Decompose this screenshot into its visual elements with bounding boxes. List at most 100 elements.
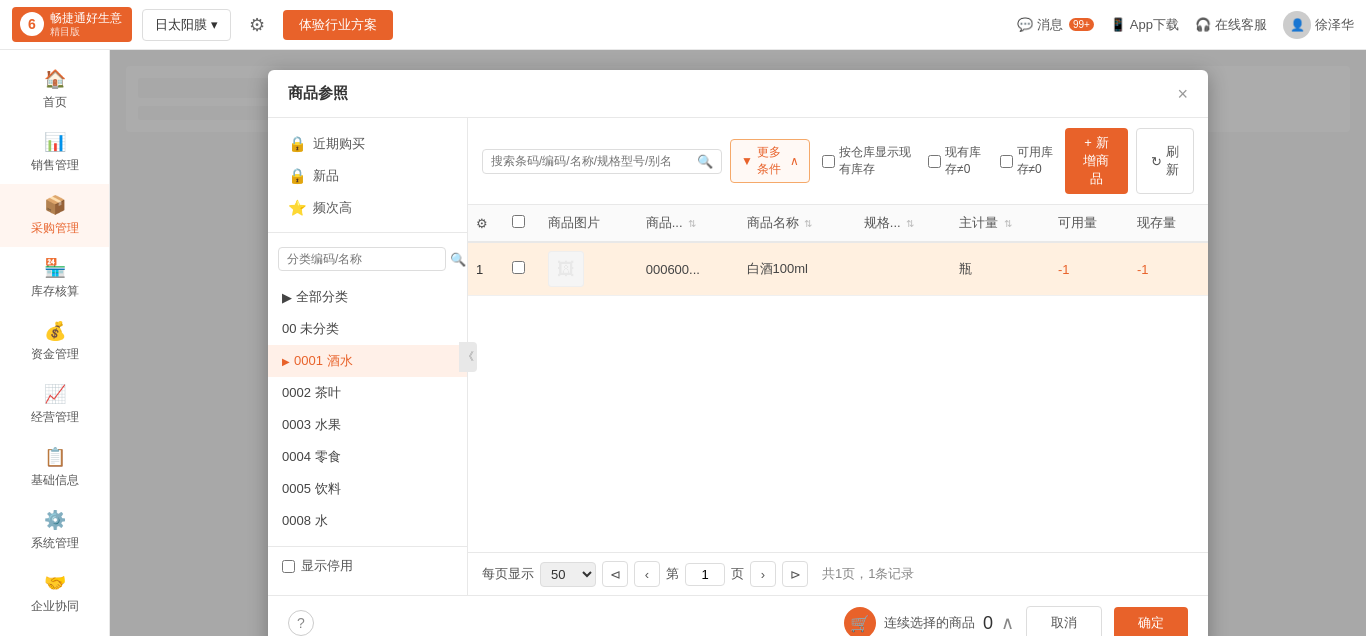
toolbar: 🔍 ▼ 更多条件 ∧ 按仓库显示现有库存 [468, 118, 1208, 205]
sidebar-item-finance[interactable]: 💰 资金管理 [0, 310, 109, 373]
col-stock[interactable]: 现存量 [1129, 205, 1208, 242]
row-stock: -1 [1129, 242, 1208, 296]
checkbox-stock-nonzero[interactable]: 现有库存≠0 [928, 144, 985, 178]
refresh-button[interactable]: ↻ 刷新 [1136, 128, 1194, 194]
last-page-button[interactable]: ⊳ [782, 561, 808, 587]
cart-count: 0 [983, 613, 993, 634]
sidebar-item-basic[interactable]: 📋 基础信息 [0, 436, 109, 499]
checkbox-available-label: 可用库存≠0 [1017, 144, 1057, 178]
logo-text: 畅捷通好生意 精目版 [50, 11, 122, 37]
store-selector[interactable]: 日太阳膜 ▾ [142, 9, 231, 41]
category-0008[interactable]: 0008 水 [268, 505, 467, 537]
confirm-button[interactable]: 确定 [1114, 607, 1188, 636]
nav-new-product[interactable]: 🔒 新品 [278, 160, 457, 192]
help-icon[interactable]: ? [288, 610, 314, 636]
next-page-button[interactable]: › [750, 561, 776, 587]
nav-recent-buy[interactable]: 🔒 近期购买 [278, 128, 457, 160]
message-button[interactable]: 💬 消息 99+ [1017, 16, 1094, 34]
filter-button[interactable]: ▼ 更多条件 ∧ [730, 139, 810, 183]
sidebar-label-inventory: 库存核算 [31, 283, 79, 300]
modal-header: 商品参照 × [268, 70, 1208, 118]
col-available[interactable]: 可用量 [1050, 205, 1129, 242]
checkbox-warehouse-input[interactable] [822, 155, 835, 168]
col-unit[interactable]: 主计量 ⇅ [951, 205, 1050, 242]
checkbox-stock-input[interactable] [928, 155, 941, 168]
sidebar-item-system[interactable]: ⚙️ 系统管理 [0, 499, 109, 562]
col-name[interactable]: 商品名称 ⇅ [739, 205, 856, 242]
cancel-button[interactable]: 取消 [1026, 606, 1102, 636]
top-nav: 6 畅捷通好生意 精目版 日太阳膜 ▾ ⚙ 体验行业方案 💬 消息 99+ 📱 … [0, 0, 1366, 50]
sidebar-label-sales: 销售管理 [31, 157, 79, 174]
enterprise-icon: 🤝 [44, 572, 66, 594]
category-0004-label: 0004 零食 [282, 448, 341, 466]
category-0001[interactable]: ▶ 0001 酒水 [268, 345, 467, 377]
category-0004[interactable]: 0004 零食 [268, 441, 467, 473]
category-0003[interactable]: 0003 水果 [268, 409, 467, 441]
category-0010[interactable]: 0010 家电 [268, 537, 467, 546]
filter-icon: ▼ [741, 154, 753, 168]
footer-cart: 🛒 连续选择的商品 0 ∧ [844, 607, 1014, 636]
chevron-up-icon[interactable]: ∧ [1001, 612, 1014, 634]
content-area: 商品参照 × 🔒 近期购买 🔒 [110, 50, 1366, 636]
sales-icon: 📊 [44, 131, 66, 153]
cart-icon[interactable]: 🛒 [844, 607, 876, 636]
collapse-panel-button[interactable]: 《 [459, 342, 477, 372]
category-search-input[interactable] [278, 247, 446, 271]
category-0005[interactable]: 0005 饮料 [268, 473, 467, 505]
category-0002[interactable]: 0002 茶叶 [268, 377, 467, 409]
category-search-icon[interactable]: 🔍 [450, 252, 466, 267]
category-00[interactable]: 00 未分类 [268, 313, 467, 345]
settings-icon[interactable]: ⚙ [241, 9, 273, 41]
row-name: 白酒100ml [739, 242, 856, 296]
store-name: 日太阳膜 [155, 16, 207, 34]
select-all-checkbox[interactable] [512, 215, 525, 228]
sidebar-item-guide[interactable]: 📚 新手引导 [0, 625, 109, 636]
prev-page-button[interactable]: ‹ [634, 561, 660, 587]
show-disabled-row: 显示停用 [268, 546, 467, 585]
left-nav: 🔒 近期购买 🔒 新品 ⭐ 频次高 [268, 128, 467, 224]
recent-buy-label: 近期购买 [313, 135, 365, 153]
high-freq-label: 频次高 [313, 199, 352, 217]
sidebar-item-operation[interactable]: 📈 经营管理 [0, 373, 109, 436]
sidebar-item-inventory[interactable]: 🏪 库存核算 [0, 247, 109, 310]
col-code[interactable]: 商品... ⇅ [638, 205, 739, 242]
checkbox-available-input[interactable] [1000, 155, 1013, 168]
category-0003-label: 0003 水果 [282, 416, 341, 434]
row-available: -1 [1050, 242, 1129, 296]
col-spec[interactable]: 规格... ⇅ [856, 205, 951, 242]
sidebar-label-operation: 经营管理 [31, 409, 79, 426]
sidebar-item-enterprise[interactable]: 🤝 企业协同 [0, 562, 109, 625]
first-page-button[interactable]: ⊲ [602, 561, 628, 587]
sidebar-item-home[interactable]: 🏠 首页 [0, 58, 109, 121]
table-row[interactable]: 1 🖼 [468, 242, 1208, 296]
online-service-button[interactable]: 🎧 在线客服 [1195, 16, 1267, 34]
app-download-button[interactable]: 📱 App下载 [1110, 16, 1179, 34]
checkbox-available-nonzero[interactable]: 可用库存≠0 [1000, 144, 1057, 178]
add-product-button[interactable]: + 新增商品 [1065, 128, 1128, 194]
nav-high-freq[interactable]: ⭐ 频次高 [278, 192, 457, 224]
sidebar-item-purchase[interactable]: 📦 采购管理 [0, 184, 109, 247]
page-number-input[interactable] [685, 563, 725, 586]
row-image: 🖼 [540, 242, 638, 296]
modal-close-button[interactable]: × [1177, 85, 1188, 103]
headset-icon: 🎧 [1195, 17, 1211, 32]
user-menu[interactable]: 👤 徐泽华 [1283, 11, 1354, 39]
page-size-select[interactable]: 50 100 200 [540, 562, 596, 587]
category-0005-label: 0005 饮料 [282, 480, 341, 498]
col-settings[interactable]: ⚙ [468, 205, 504, 242]
checkbox-warehouse[interactable]: 按仓库显示现有库存 [822, 144, 914, 178]
experience-button[interactable]: 体验行业方案 [283, 10, 393, 40]
sidebar-item-sales[interactable]: 📊 销售管理 [0, 121, 109, 184]
show-disabled-checkbox[interactable] [282, 560, 295, 573]
product-search-input[interactable] [491, 154, 691, 168]
main-layout: 🏠 首页 📊 销售管理 📦 采购管理 🏪 库存核算 💰 资金管理 📈 经营管理 … [0, 50, 1366, 636]
row-checkbox[interactable] [504, 242, 540, 296]
high-freq-icon: ⭐ [288, 199, 307, 217]
sort-spec-icon: ⇅ [906, 218, 914, 229]
logo[interactable]: 6 畅捷通好生意 精目版 [12, 7, 132, 41]
category-all[interactable]: ▶ 全部分类 [268, 281, 467, 313]
category-all-label: 全部分类 [296, 288, 348, 306]
search-icon[interactable]: 🔍 [697, 154, 713, 169]
new-product-icon: 🔒 [288, 167, 307, 185]
filter-label: 更多条件 [757, 144, 786, 178]
